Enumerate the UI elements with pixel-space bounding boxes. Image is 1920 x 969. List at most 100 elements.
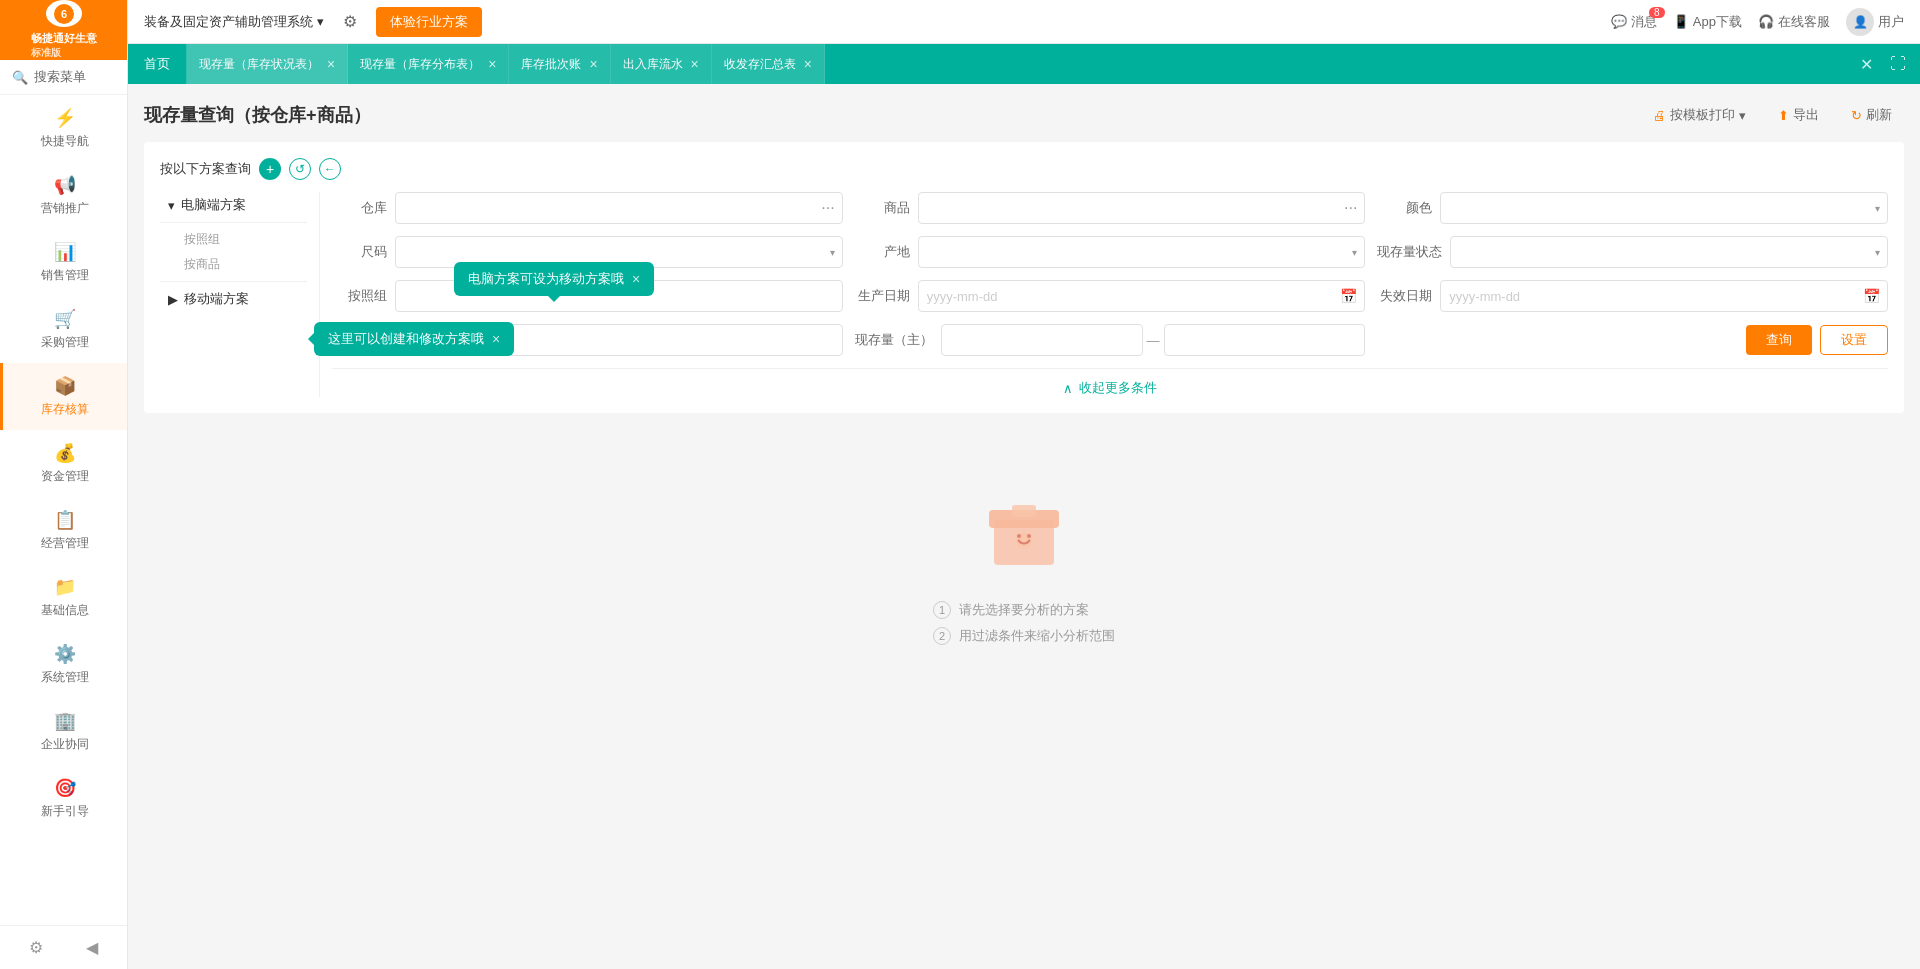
hint-text-2: 用过滤条件来缩小分析范围	[959, 627, 1115, 645]
produce-date-input[interactable]	[918, 280, 1366, 312]
search-icon: 🔍	[12, 70, 28, 85]
svg-point-7	[1027, 534, 1031, 538]
back-scheme-btn[interactable]: ←	[319, 158, 341, 180]
produce-date-cal-icon[interactable]: 📅	[1340, 288, 1357, 304]
refresh-btn[interactable]: ↻ 刷新	[1839, 100, 1904, 130]
sidebar-item-marketing[interactable]: 📢 营销推广	[0, 162, 127, 229]
setting-btn[interactable]: 设置	[1820, 325, 1888, 355]
goods-dots-icon[interactable]: ···	[1344, 199, 1357, 217]
tab-label-inventory-dist: 现存量（库存分布表）	[360, 56, 480, 73]
sidebar-item-inventory[interactable]: 📦 库存核算	[0, 363, 127, 430]
tab-close-in-out-flow[interactable]: ×	[691, 56, 699, 72]
page-actions: 🖨 按模板打印 ▾ ⬆ 导出 ↻ 刷新	[1641, 100, 1904, 130]
goods-control: ···	[918, 192, 1366, 224]
collapse-btn[interactable]: ∧ 收起更多条件	[332, 368, 1888, 397]
goods-input[interactable]	[918, 192, 1366, 224]
experience-btn[interactable]: 体验行业方案	[376, 7, 482, 37]
tooltip-create-scheme: 这里可以创建和修改方案哦 ×	[314, 322, 514, 356]
settings-icon-btn[interactable]: ⚙	[29, 938, 43, 957]
app-icon: 📱	[1673, 14, 1689, 29]
search-btn[interactable]: 查询	[1746, 325, 1812, 355]
tab-close-inventory-status[interactable]: ×	[327, 56, 335, 72]
user-btn[interactable]: 👤 用户	[1846, 8, 1904, 36]
filter-row-4: 批号 现存量（主） —	[332, 324, 1888, 356]
color-select[interactable]	[1440, 192, 1888, 224]
message-btn[interactable]: 💬 消息 8	[1611, 13, 1657, 31]
sidebar-item-sales[interactable]: 📊 销售管理	[0, 229, 127, 296]
tab-recv-summary[interactable]: 收发存汇总表 ×	[712, 44, 825, 84]
tooltip1-text: 电脑方案可设为移动方案哦	[468, 270, 624, 288]
export-btn[interactable]: ⬆ 导出	[1766, 100, 1831, 130]
goods-field: 商品 ···	[855, 192, 1366, 224]
tab-home[interactable]: 首页	[128, 44, 187, 84]
sidebar-item-quick-nav[interactable]: ⚡ 快捷导航	[0, 95, 127, 162]
tab-inventory-dist[interactable]: 现存量（库存分布表） ×	[348, 44, 509, 84]
close-all-tabs-btn[interactable]: ✕	[1852, 50, 1880, 78]
online-service-btn[interactable]: 🎧 在线客服	[1758, 13, 1830, 31]
stock-qty-max-input[interactable]	[1164, 324, 1366, 356]
collapse-sidebar-btn[interactable]: ◀	[86, 938, 98, 957]
expire-date-cal-icon[interactable]: 📅	[1863, 288, 1880, 304]
origin-select[interactable]	[918, 236, 1366, 268]
scheme-sub2-label: 按商品	[184, 256, 220, 273]
sidebar-item-purchase[interactable]: 🛒 采购管理	[0, 296, 127, 363]
tab-bar: 首页现存量（库存状况表） ×现存量（库存分布表） ×库存批次账 ×出入库流水 ×…	[128, 44, 1920, 84]
tooltip2-text: 这里可以创建和修改方案哦	[328, 330, 484, 348]
expire-date-input[interactable]	[1440, 280, 1888, 312]
guide-icon: 🎯	[54, 777, 76, 799]
mobile-scheme-item[interactable]: ▶ 移动端方案	[160, 286, 307, 312]
filter-left-panel: ▾ 电脑端方案 按照组 按商品 ▶ 移动端方案	[160, 192, 320, 397]
fullscreen-btn[interactable]: ⛶	[1884, 50, 1912, 78]
scheme-separator2	[160, 281, 307, 282]
logo-icon: 6	[46, 0, 82, 27]
sidebar-item-base-info[interactable]: 📁 基础信息	[0, 564, 127, 631]
color-label: 颜色	[1377, 199, 1432, 217]
pc-scheme-label: 电脑端方案	[181, 196, 246, 214]
header-gear-btn[interactable]: ⚙	[336, 8, 364, 36]
color-control: ▾	[1440, 192, 1888, 224]
sidebar-logo: 6 畅捷通好生意 标准版	[0, 0, 127, 60]
sidebar-item-guide[interactable]: 🎯 新手引导	[0, 765, 127, 832]
sidebar-item-finance[interactable]: 💰 资金管理	[0, 430, 127, 497]
scheme-sub-item[interactable]: 按照组	[160, 227, 307, 252]
stock-qty-min-input[interactable]	[941, 324, 1143, 356]
system-selector[interactable]: 装备及固定资产辅助管理系统 ▾	[144, 13, 324, 31]
service-icon: 🎧	[1758, 14, 1774, 29]
sidebar-item-enterprise[interactable]: 🏢 企业协同	[0, 698, 127, 765]
pc-scheme-item[interactable]: ▾ 电脑端方案	[160, 192, 307, 218]
search-menu-item[interactable]: 🔍 搜索菜单	[0, 60, 127, 95]
app-download-btn[interactable]: 📱 App下载	[1673, 13, 1742, 31]
sidebar-item-operations[interactable]: 📋 经营管理	[0, 497, 127, 564]
tab-close-inventory-dist[interactable]: ×	[488, 56, 496, 72]
refresh-scheme-btn[interactable]: ↺	[289, 158, 311, 180]
tooltip1-close-btn[interactable]: ×	[632, 271, 640, 287]
header-right: 💬 消息 8 📱 App下载 🎧 在线客服 👤 用户	[1611, 8, 1904, 36]
tooltip2-close-btn[interactable]: ×	[492, 331, 500, 347]
pc-scheme-arrow: ▾	[168, 198, 175, 213]
page-container: 现存量查询（按仓库+商品） 🖨 按模板打印 ▾ ⬆ 导出 ↻ 刷新	[128, 84, 1920, 969]
origin-field: 产地 ▾	[855, 236, 1366, 268]
print-btn[interactable]: 🖨 按模板打印 ▾	[1641, 100, 1758, 130]
warehouse-dots-icon[interactable]: ···	[821, 199, 834, 217]
tab-in-out-flow[interactable]: 出入库流水 ×	[611, 44, 712, 84]
stock-status-field: 现存量状态 ▾	[1377, 236, 1888, 268]
origin-control: ▾	[918, 236, 1366, 268]
add-scheme-btn[interactable]: +	[259, 158, 281, 180]
tab-close-batch-ledger[interactable]: ×	[589, 56, 597, 72]
print-icon: 🖨	[1653, 108, 1666, 123]
marketing-label: 营销推广	[41, 200, 89, 217]
filter-section: 按以下方案查询 + ↺ ← 电脑方案可设为移动方案哦 × 这里可以创建和修改方案…	[144, 142, 1904, 413]
warehouse-input[interactable]	[395, 192, 843, 224]
tab-label-in-out-flow: 出入库流水	[623, 56, 683, 73]
sidebar-item-system[interactable]: ⚙️ 系统管理	[0, 631, 127, 698]
mobile-scheme-label: 移动端方案	[184, 290, 249, 308]
scheme-separator	[160, 222, 307, 223]
inventory-label: 库存核算	[41, 401, 89, 418]
tab-inventory-status[interactable]: 现存量（库存状况表） ×	[187, 44, 348, 84]
stock-status-select[interactable]	[1450, 236, 1888, 268]
tab-close-recv-summary[interactable]: ×	[804, 56, 812, 72]
tab-batch-ledger[interactable]: 库存批次账 ×	[509, 44, 610, 84]
base-info-icon: 📁	[54, 576, 76, 598]
scheme-sub-item2[interactable]: 按商品	[160, 252, 307, 277]
system-dropdown-icon: ▾	[317, 14, 324, 29]
